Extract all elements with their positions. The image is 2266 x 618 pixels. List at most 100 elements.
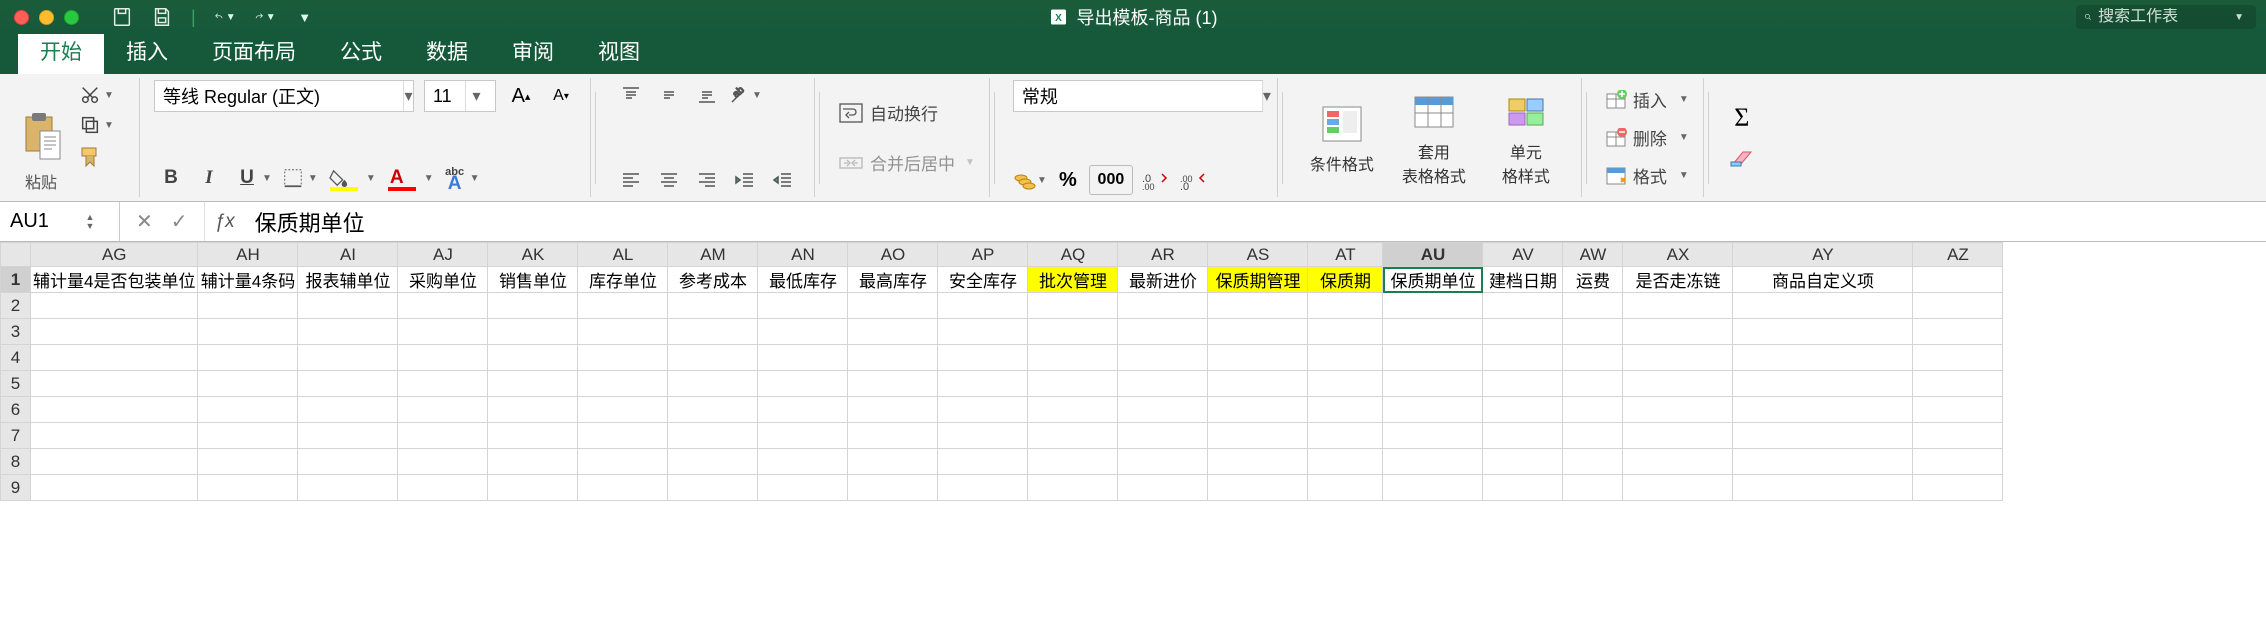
cell[interactable] [398,371,488,397]
search-input[interactable] [2098,8,2228,26]
cell[interactable] [198,319,298,345]
cell[interactable]: 参考成本 [668,267,758,293]
row-header[interactable]: 6 [1,397,31,423]
insert-cells-button[interactable]: 插入▼ [1605,84,1689,116]
cell[interactable] [298,449,398,475]
cell[interactable] [578,319,668,345]
cell[interactable] [1308,293,1383,319]
spreadsheet-grid[interactable]: AGAHAIAJAKALAMANAOAPAQARASATAUAVAWAXAYAZ… [0,242,2266,618]
column-header[interactable]: AJ [398,243,488,267]
column-header[interactable]: AV [1483,243,1563,267]
column-header[interactable]: AZ [1913,243,2003,267]
namebox-down-icon[interactable]: ▼ [80,222,100,231]
cell[interactable] [1308,397,1383,423]
cell[interactable] [398,475,488,501]
cell[interactable] [1383,345,1483,371]
cell[interactable] [758,293,848,319]
cell[interactable]: 是否走冻链 [1623,267,1733,293]
cell[interactable] [1308,345,1383,371]
cell[interactable] [1118,423,1208,449]
cell[interactable] [298,475,398,501]
autosum-icon[interactable]: Σ [1727,103,1757,133]
column-header[interactable]: AH [198,243,298,267]
cell[interactable] [1208,449,1308,475]
cell[interactable] [398,397,488,423]
cell[interactable] [938,397,1028,423]
cell[interactable] [1563,423,1623,449]
underline-button[interactable]: U [230,161,264,195]
clear-icon[interactable] [1727,143,1757,173]
name-box[interactable]: ▲▼ [0,202,120,241]
cell[interactable]: 最高库存 [848,267,938,293]
cell[interactable] [31,371,198,397]
wrap-text-button[interactable]: 自动换行 [838,97,975,129]
row-header[interactable]: 3 [1,319,31,345]
cell[interactable] [1733,475,1913,501]
cell[interactable] [1483,319,1563,345]
format-as-table-button[interactable]: 套用 表格格式 [1393,89,1475,187]
cell[interactable] [398,293,488,319]
fx-icon[interactable]: ƒx [205,211,245,233]
cell[interactable] [1118,345,1208,371]
phonetic-button[interactable]: abcA [438,161,472,195]
cell[interactable] [1383,449,1483,475]
align-left-icon[interactable] [614,165,648,195]
tab-page-layout[interactable]: 页面布局 [190,28,318,74]
column-header[interactable]: AY [1733,243,1913,267]
formula-value[interactable]: 保质期单位 [245,206,375,238]
cell[interactable] [758,449,848,475]
cell[interactable]: 销售单位 [488,267,578,293]
cell[interactable] [848,397,938,423]
cell[interactable] [848,449,938,475]
cell[interactable] [1913,345,2003,371]
cell[interactable] [488,371,578,397]
row-header[interactable]: 5 [1,371,31,397]
cell[interactable] [1623,449,1733,475]
row-header[interactable]: 9 [1,475,31,501]
cell[interactable]: 商品自定义项 [1733,267,1913,293]
cell[interactable] [578,397,668,423]
cell[interactable] [938,449,1028,475]
cell[interactable] [1913,319,2003,345]
cell[interactable] [1733,319,1913,345]
cell[interactable]: 保质期 [1308,267,1383,293]
cell[interactable] [1308,475,1383,501]
tab-data[interactable]: 数据 [404,28,490,74]
cell[interactable] [1623,319,1733,345]
cell[interactable] [198,449,298,475]
cell[interactable] [578,345,668,371]
minimize-window-button[interactable] [39,10,54,25]
cell[interactable] [1308,449,1383,475]
cell[interactable] [758,423,848,449]
column-header[interactable]: AN [758,243,848,267]
tab-insert[interactable]: 插入 [104,28,190,74]
percent-format-icon[interactable]: % [1051,165,1085,195]
cell[interactable] [668,397,758,423]
cell[interactable]: 库存单位 [578,267,668,293]
decrease-font-icon[interactable]: A▾ [546,81,576,111]
cell[interactable] [1383,293,1483,319]
delete-cells-button[interactable]: 删除▼ [1605,122,1689,154]
column-header[interactable]: AI [298,243,398,267]
accounting-format-icon[interactable]: ▼ [1013,165,1047,195]
cell[interactable] [1118,397,1208,423]
column-header[interactable]: AQ [1028,243,1118,267]
cell[interactable] [398,345,488,371]
cell[interactable] [848,423,938,449]
cell[interactable] [198,397,298,423]
cell[interactable] [298,397,398,423]
cell[interactable] [1383,475,1483,501]
cell[interactable] [1733,397,1913,423]
cell[interactable] [1913,475,2003,501]
merge-center-button[interactable]: 合并后居中 ▼ [838,147,975,179]
cell[interactable] [1483,293,1563,319]
cell[interactable] [298,345,398,371]
cell[interactable] [1208,345,1308,371]
bold-button[interactable]: B [154,161,188,195]
cell[interactable] [1563,371,1623,397]
cell[interactable] [1208,371,1308,397]
cell[interactable] [1733,449,1913,475]
column-header[interactable]: AO [848,243,938,267]
cell[interactable] [1383,397,1483,423]
cell[interactable] [488,449,578,475]
